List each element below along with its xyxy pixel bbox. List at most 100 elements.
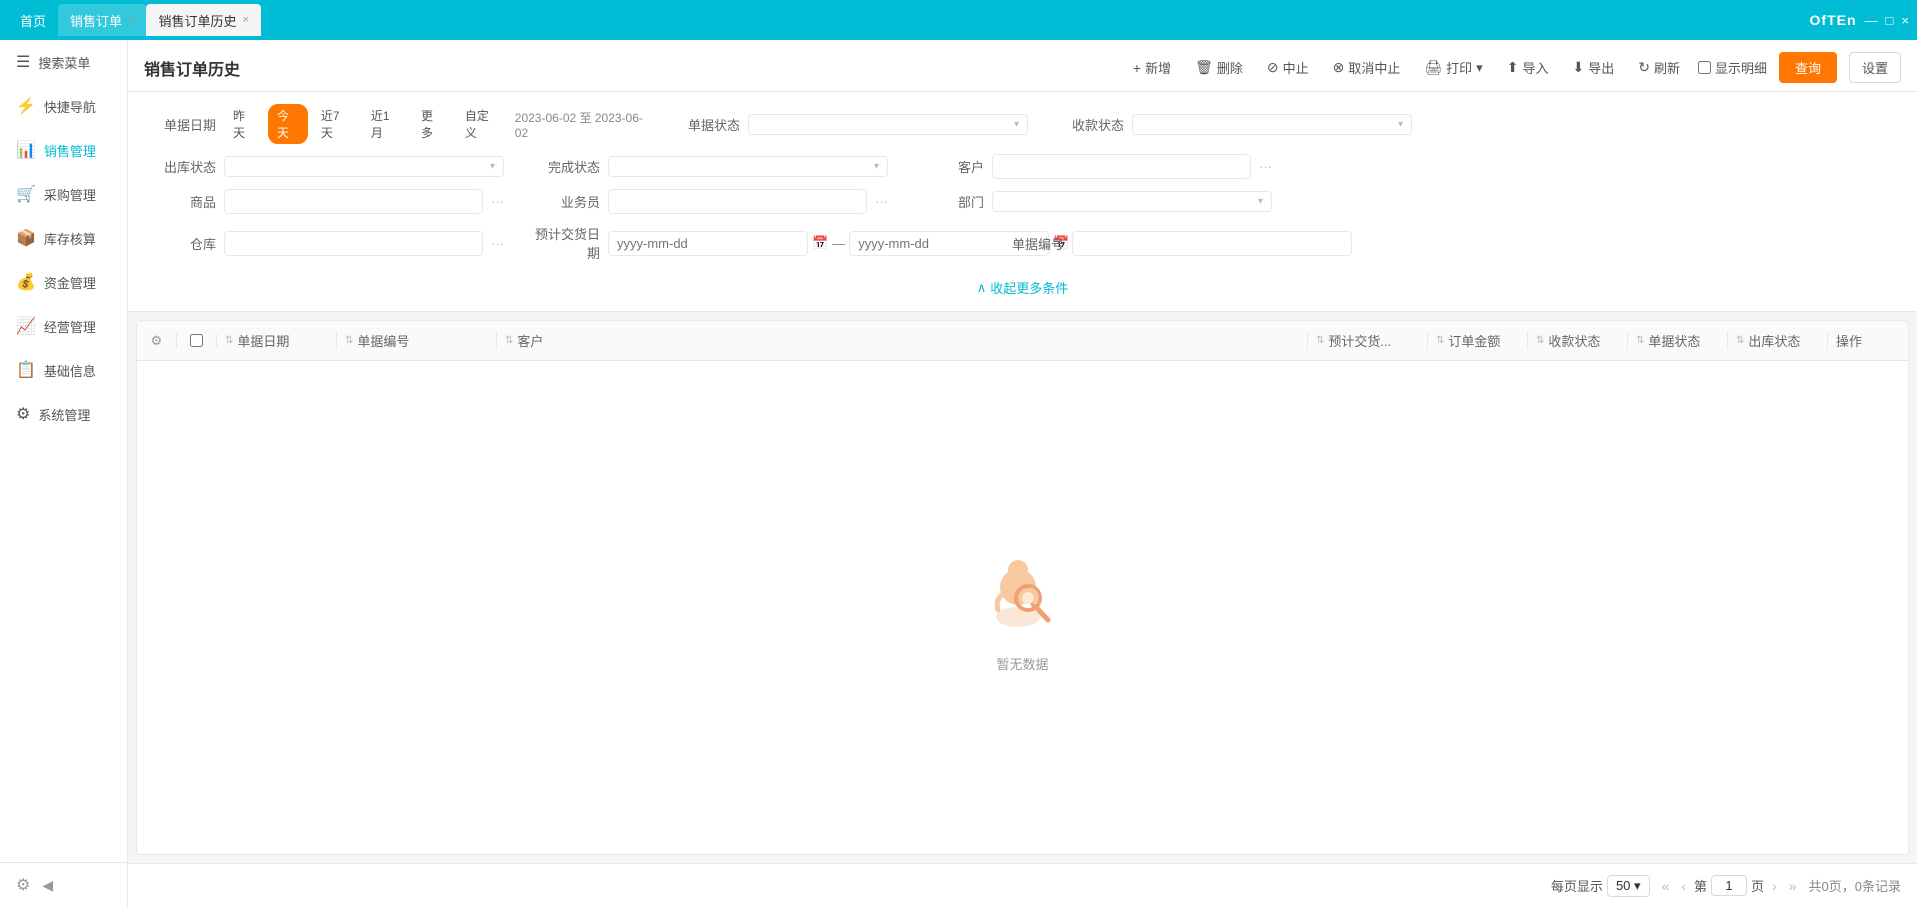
payment-status-arrow-icon: ▾: [1398, 119, 1403, 130]
filter-stock-out-status-select[interactable]: ▾: [224, 156, 504, 177]
sort-stock-icon[interactable]: ⇅: [1736, 335, 1744, 346]
sidebar-item-finance[interactable]: 💰 资金管理: [0, 260, 127, 304]
warehouse-dots-icon[interactable]: ···: [491, 236, 504, 251]
tab-sales-order-history-close[interactable]: ×: [242, 14, 248, 26]
sidebar-item-sys-mgmt[interactable]: ⚙ 系统管理: [0, 392, 127, 436]
sort-payment-icon[interactable]: ⇅: [1536, 335, 1544, 346]
refresh-button[interactable]: ↻ 刷新: [1632, 54, 1686, 81]
next-page-btn[interactable]: ›: [1768, 876, 1781, 896]
display-cols-checkbox[interactable]: [1698, 61, 1711, 74]
stop-button[interactable]: ⊘ 中止: [1261, 54, 1315, 81]
sidebar-item-sales-mgmt[interactable]: 📊 销售管理: [0, 128, 127, 172]
customer-dots-icon[interactable]: ···: [1259, 159, 1272, 174]
tab-home[interactable]: 首页: [8, 4, 58, 36]
date-btn-more[interactable]: 更多: [412, 104, 452, 144]
filter-delivery-date-start[interactable]: [608, 231, 808, 256]
page-size-arrow-icon: ▾: [1634, 878, 1641, 893]
add-label: 新增: [1145, 58, 1171, 77]
filter-label-salesperson: 业务员: [528, 192, 608, 211]
first-page-btn[interactable]: «: [1658, 876, 1674, 896]
date-btn-today[interactable]: 今天: [268, 104, 308, 144]
current-page-label: 第: [1694, 876, 1707, 895]
tab-sales-order[interactable]: 销售订单 ×: [58, 4, 146, 36]
filter-date-value: 昨天 今天 近7天 近1月 更多 自定义 2023-06-02 至 2023-0…: [224, 104, 644, 144]
filter-label-customer: 客户: [912, 157, 992, 176]
sidebar-item-basic-info[interactable]: 📋 基础信息: [0, 348, 127, 392]
page-size-box[interactable]: 50 ▾: [1607, 875, 1650, 897]
salesperson-dots-icon[interactable]: ···: [875, 194, 888, 209]
print-button[interactable]: 🖨 打印 ▾: [1418, 54, 1488, 81]
sort-number-icon[interactable]: ⇅: [345, 335, 353, 346]
refresh-icon: ↻: [1638, 59, 1650, 76]
table-body-empty: 暂无数据: [137, 361, 1908, 854]
filter-warehouse-input[interactable]: [224, 231, 483, 256]
th-checkbox[interactable]: [177, 334, 217, 347]
close-btn[interactable]: ×: [1901, 13, 1909, 28]
select-all-checkbox[interactable]: [190, 334, 203, 347]
stop-icon: ⊘: [1267, 59, 1279, 76]
sidebar-item-search-menu[interactable]: ☰ 搜索菜单: [0, 40, 127, 84]
date-btn-1month[interactable]: 近1月: [362, 104, 408, 144]
date-btn-custom[interactable]: 自定义: [456, 104, 507, 144]
display-cols-option[interactable]: 显示明细: [1698, 58, 1767, 77]
finance-label: 资金管理: [44, 273, 96, 292]
top-bar-right: OfTEn — □ ×: [1810, 12, 1909, 28]
add-button[interactable]: + 新增: [1127, 54, 1177, 81]
last-page-btn[interactable]: »: [1785, 876, 1801, 896]
page-number-input[interactable]: [1711, 875, 1747, 896]
filter-product-input[interactable]: [224, 189, 483, 214]
sort-customer-icon[interactable]: ⇅: [505, 335, 513, 346]
sidebar-item-quick-nav[interactable]: ⚡ 快捷导航: [0, 84, 127, 128]
purchase-mgmt-label: 采购管理: [44, 185, 96, 204]
chevron-up-icon: ∧: [977, 280, 987, 296]
sidebar-item-inventory[interactable]: 📦 库存核算: [0, 216, 127, 260]
sort-delivery-icon[interactable]: ⇅: [1316, 335, 1324, 346]
filter-dept-select[interactable]: ▾: [992, 191, 1272, 212]
filter-complete-status-select[interactable]: ▾: [608, 156, 888, 177]
filter-payment-status-select[interactable]: ▾: [1132, 114, 1412, 135]
settings-button[interactable]: 设置: [1849, 52, 1901, 83]
filter-order-status-select[interactable]: ▾: [748, 114, 1028, 135]
sidebar-settings-icon[interactable]: ⚙: [16, 875, 30, 895]
sort-order-icon[interactable]: ⇅: [1636, 335, 1644, 346]
filter-customer-input[interactable]: [992, 154, 1251, 179]
display-cols-label: 显示明细: [1715, 58, 1767, 77]
product-dots-icon[interactable]: ···: [491, 194, 504, 209]
filter-salesperson-input[interactable]: [608, 189, 867, 214]
collapse-more-label: 收起更多条件: [990, 278, 1068, 297]
th-customer: ⇅ 客户: [497, 331, 1308, 350]
date-btn-7days[interactable]: 近7天: [312, 104, 358, 144]
collapse-more-btn[interactable]: ∧ 收起更多条件: [144, 272, 1901, 299]
maximize-btn[interactable]: □: [1886, 13, 1894, 28]
prev-page-btn[interactable]: ‹: [1677, 876, 1690, 896]
filter-area: 单据日期 昨天 今天 近7天 近1月 更多 自定义 2023-06-02 至 2…: [128, 92, 1917, 312]
add-icon: +: [1133, 60, 1141, 76]
query-button[interactable]: 查询: [1779, 52, 1837, 83]
sidebar-item-purchase-mgmt[interactable]: 🛒 采购管理: [0, 172, 127, 216]
empty-text: 暂无数据: [996, 654, 1048, 673]
filter-doc-number-input[interactable]: [1072, 231, 1352, 256]
tab-sales-order-history[interactable]: 销售订单历史 ×: [146, 4, 260, 36]
th-order-status: ⇅ 单据状态: [1628, 331, 1728, 350]
sort-amount-icon[interactable]: ⇅: [1436, 335, 1444, 346]
export-button[interactable]: ⬇ 导出: [1566, 54, 1620, 81]
date-btn-yesterday[interactable]: 昨天: [224, 104, 264, 144]
table-area: ⚙ ⇅ 单据日期 ⇅ 单据编号 ⇅ 客户 ⇅ 预计交货.: [136, 320, 1909, 855]
sales-mgmt-label: 销售管理: [44, 141, 96, 160]
cancel-stop-button[interactable]: ⊗ 取消中止: [1327, 54, 1407, 81]
delete-button[interactable]: 🗑 删除: [1189, 54, 1249, 81]
sidebar-item-operations[interactable]: 📈 经营管理: [0, 304, 127, 348]
sort-date-icon[interactable]: ⇅: [225, 335, 233, 346]
top-bar: 首页 销售订单 × 销售订单历史 × OfTEn — □ ×: [0, 0, 1917, 40]
filter-label-complete-status: 完成状态: [528, 157, 608, 176]
calendar-start-icon[interactable]: 📅: [812, 235, 828, 251]
th-settings-icon[interactable]: ⚙: [137, 333, 177, 349]
th-stock-status: ⇅ 出库状态: [1728, 331, 1828, 350]
toolbar: + 新增 🗑 删除 ⊘ 中止 ⊗ 取消中止 🖨 打印: [1127, 52, 1901, 83]
minimize-btn[interactable]: —: [1865, 13, 1878, 28]
import-button[interactable]: ⬆ 导入: [1501, 54, 1555, 81]
filter-row-2: 出库状态 ▾ 完成状态 ▾ 客户 ···: [144, 154, 1901, 179]
filter-label-warehouse: 仓库: [144, 234, 224, 253]
sidebar-collapse-icon[interactable]: ◀: [42, 877, 53, 894]
tab-sales-order-close[interactable]: ×: [128, 14, 134, 26]
